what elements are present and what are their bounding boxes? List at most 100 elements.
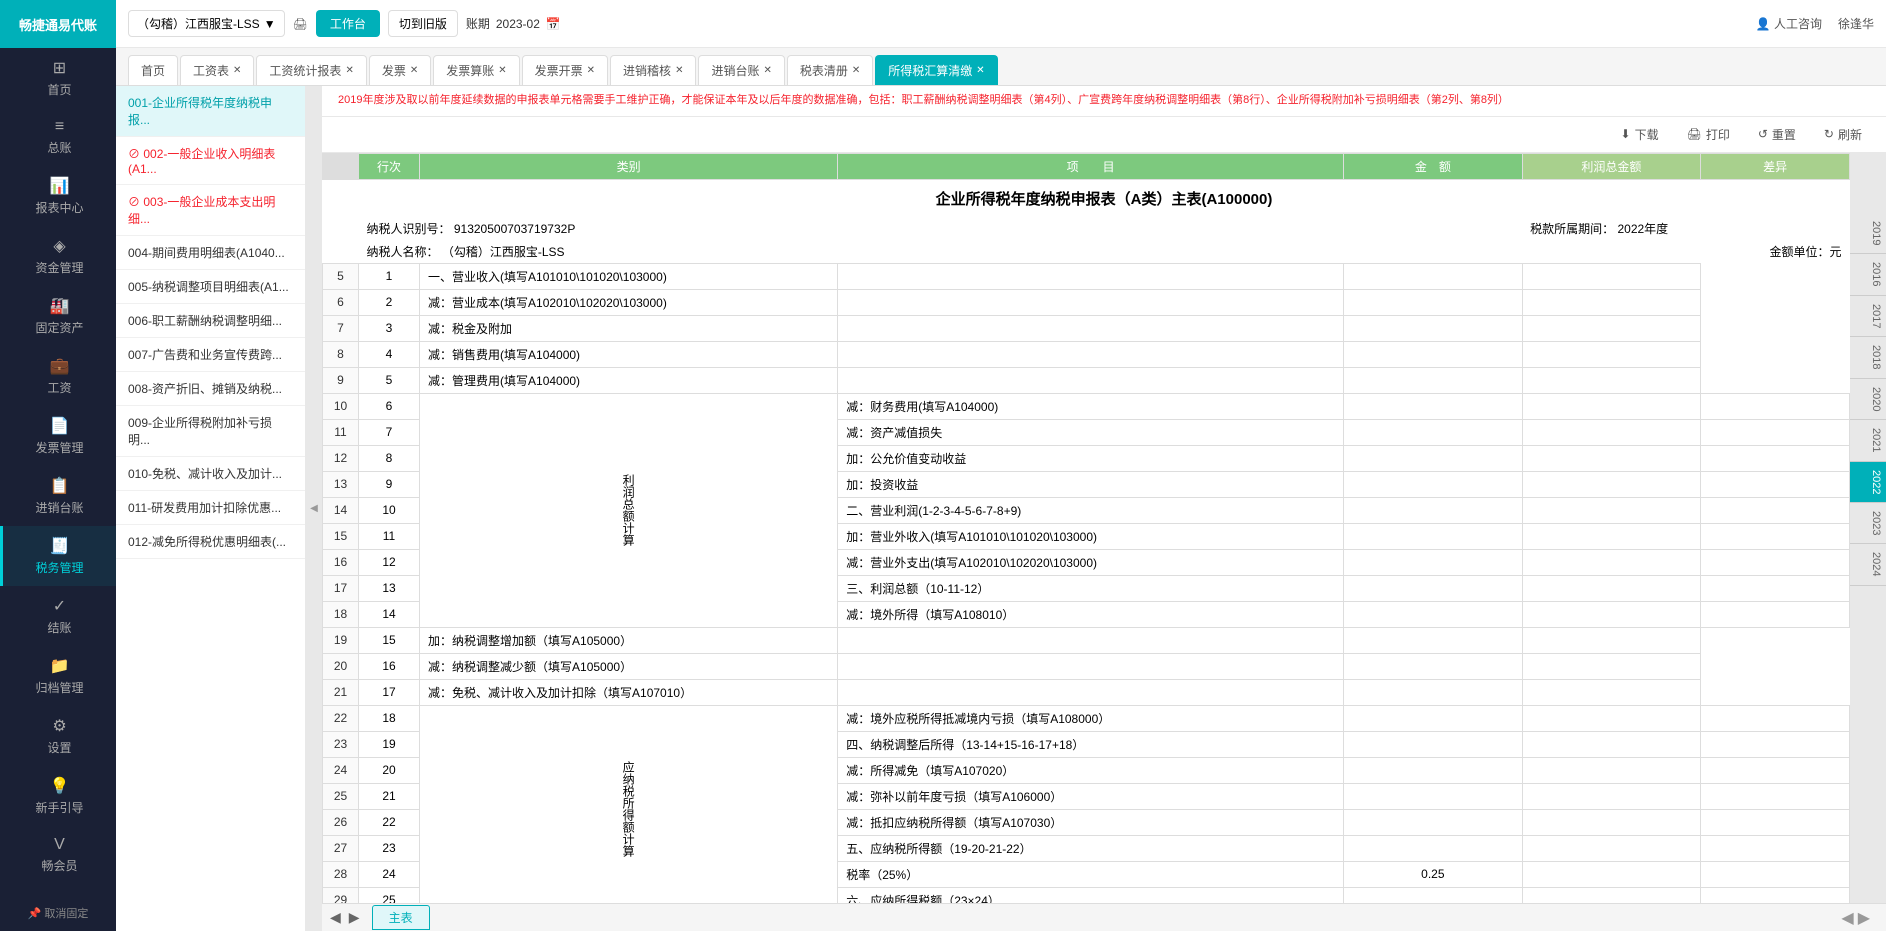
tab-home[interactable]: 首页 [128,55,178,85]
row-item[interactable]: 减：营业成本(填写A102010\102020\103000) [420,289,838,315]
timeline-year-2024[interactable]: 2024 [1850,544,1886,585]
row-profit[interactable] [1522,575,1701,601]
sidebar-item-member[interactable]: V 畅会员 [0,826,116,884]
timeline-year-2023[interactable]: 2023 [1850,503,1886,544]
row-diff[interactable] [1522,289,1701,315]
row-amount[interactable] [838,289,1344,315]
row-profit[interactable] [1522,393,1701,419]
user-service[interactable]: 👤 人工咨询 [1756,15,1822,32]
tab-close-icon[interactable]: ✕ [763,65,771,76]
sidebar-item-salary[interactable]: 💼 工资 [0,346,116,406]
left-panel-item-001[interactable]: 001-企业所得税年度纳税申报... [116,86,305,137]
row-diff[interactable] [1701,393,1850,419]
row-diff[interactable] [1701,445,1850,471]
row-profit[interactable] [1522,419,1701,445]
sidebar-item-reports[interactable]: 📊 报表中心 [0,166,116,226]
row-diff[interactable] [1701,705,1850,731]
row-profit[interactable] [1522,549,1701,575]
sidebar-item-checkout[interactable]: ✓ 结账 [0,586,116,646]
row-diff[interactable] [1701,419,1850,445]
left-panel-item-009[interactable]: 009-企业所得税附加补亏损明... [116,406,305,457]
row-diff[interactable] [1701,549,1850,575]
row-item[interactable]: 四、纳税调整后所得（13-14+15-16-17+18） [838,731,1344,757]
row-item[interactable]: 减：营业外支出(填写A102010\102020\103000) [838,549,1344,575]
left-panel-item-007[interactable]: 007-广告费和业务宣传费跨... [116,338,305,372]
sidebar-item-tax[interactable]: 🧾 税务管理 [0,526,116,586]
row-profit[interactable] [1344,263,1523,289]
tab-close-icon[interactable]: ✕ [233,65,241,76]
tab-sales-audit[interactable]: 进销稽核 ✕ [610,55,696,85]
tab-close-icon[interactable]: ✕ [587,65,595,76]
row-item[interactable]: 税率（25%） [838,861,1344,887]
row-item[interactable]: 加：公允价值变动收益 [838,445,1344,471]
row-diff[interactable] [1701,835,1850,861]
sidebar-item-sales[interactable]: 📋 进销台账 [0,466,116,526]
reset-button[interactable]: ↺ 重置 [1750,123,1804,146]
row-profit[interactable] [1344,367,1523,393]
sidebar-item-archive[interactable]: 📁 归档管理 [0,646,116,706]
row-item[interactable]: 加：营业外收入(填写A101010\101020\103000) [838,523,1344,549]
tab-invoice-calc[interactable]: 发票算账 ✕ [433,55,519,85]
tab-close-icon[interactable]: ✕ [675,65,683,76]
row-amount[interactable] [1344,549,1523,575]
sidebar-item-settings[interactable]: ⚙ 设置 [0,706,116,766]
row-diff[interactable] [1701,471,1850,497]
row-amount[interactable] [838,627,1344,653]
row-item[interactable]: 减：抵扣应纳税所得额（填写A107030） [838,809,1344,835]
row-amount[interactable] [1344,393,1523,419]
row-amount[interactable] [1344,575,1523,601]
row-amount[interactable] [838,653,1344,679]
left-panel-item-006[interactable]: 006-职工薪酬纳税调整明细... [116,304,305,338]
tab-invoice[interactable]: 发票 ✕ [369,55,431,85]
row-amount[interactable]: 0.25 [1344,861,1523,887]
left-panel-item-004[interactable]: 004-期间费用明细表(A1040... [116,236,305,270]
collapse-panel-button[interactable]: ◀ [306,86,322,931]
row-amount[interactable] [1344,497,1523,523]
row-amount[interactable] [1344,523,1523,549]
switch-version-button[interactable]: 切到旧版 [388,10,458,37]
row-profit[interactable] [1344,653,1523,679]
row-profit[interactable] [1522,497,1701,523]
row-diff[interactable] [1522,627,1701,653]
row-profit[interactable] [1344,289,1523,315]
sidebar-item-invoice[interactable]: 📄 发票管理 [0,406,116,466]
download-button[interactable]: ⬇ 下载 [1613,123,1667,146]
row-amount[interactable] [1344,757,1523,783]
row-amount[interactable] [838,315,1344,341]
row-diff[interactable] [1522,679,1701,705]
tab-close-icon[interactable]: ✕ [976,65,984,76]
row-item[interactable]: 减：纳税调整减少额（填写A105000） [420,653,838,679]
row-profit[interactable] [1522,471,1701,497]
left-panel-item-011[interactable]: 011-研发费用加计扣除优惠... [116,491,305,525]
row-item[interactable]: 减：税金及附加 [420,315,838,341]
scroll-right-icon[interactable]: ▶ [1858,908,1870,928]
sidebar-item-capital[interactable]: ◈ 资金管理 [0,226,116,286]
sheet-tab-main[interactable]: 主表 [372,905,430,930]
row-item[interactable]: 六、应纳所得税额（23×24） [838,887,1344,903]
timeline-year-2022[interactable]: 2022 [1850,462,1886,503]
row-diff[interactable] [1701,783,1850,809]
tab-close-icon[interactable]: ✕ [498,65,506,76]
cancel-pin-button[interactable]: 📌 取消固定 [0,895,116,931]
tab-income-tax[interactable]: 所得税汇算清缴 ✕ [875,55,997,85]
tab-sales-ledger[interactable]: 进销台账 ✕ [698,55,784,85]
sidebar-item-home[interactable]: ⊞ 首页 [0,48,116,108]
row-diff[interactable] [1522,367,1701,393]
row-item[interactable]: 减：管理费用(填写A104000) [420,367,838,393]
tab-close-icon[interactable]: ✕ [345,65,353,76]
row-profit[interactable] [1522,445,1701,471]
row-diff[interactable] [1701,601,1850,627]
left-panel-item-012[interactable]: 012-减免所得税优惠明细表(... [116,525,305,559]
refresh-button[interactable]: ↻ 刷新 [1816,123,1870,146]
row-amount[interactable] [838,367,1344,393]
workbench-button[interactable]: 工作台 [316,10,380,37]
print-button[interactable]: 🖨 打印 [1679,123,1738,146]
row-diff[interactable] [1701,887,1850,903]
timeline-year-2016[interactable]: 2016 [1850,254,1886,295]
row-diff[interactable] [1701,497,1850,523]
row-profit[interactable] [1522,705,1701,731]
row-amount[interactable] [1344,809,1523,835]
row-item[interactable]: 减：所得减免（填写A107020） [838,757,1344,783]
row-amount[interactable] [1344,601,1523,627]
timeline-year-2020[interactable]: 2020 [1850,379,1886,420]
